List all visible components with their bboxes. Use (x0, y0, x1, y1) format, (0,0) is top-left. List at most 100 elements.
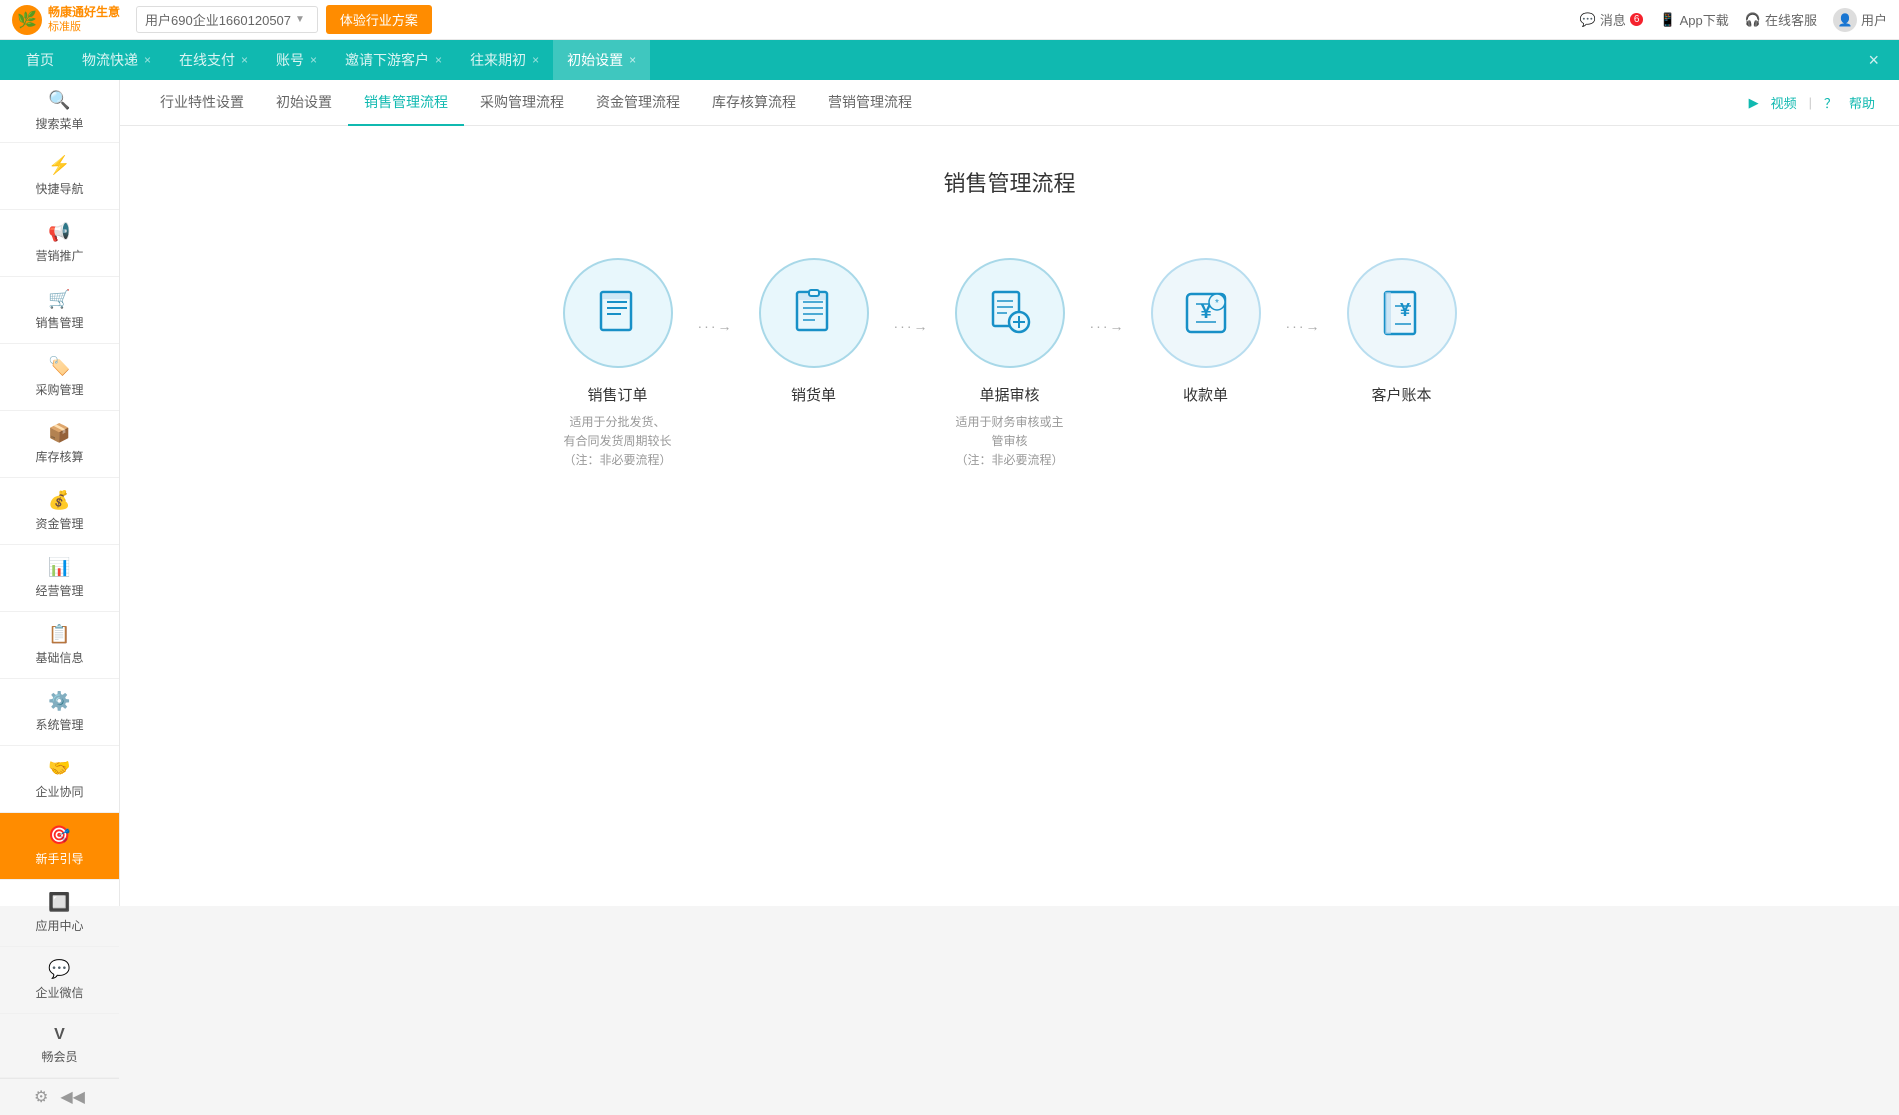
finance-icon: 💰 (48, 490, 70, 511)
flow-step-sales-slip: 销货单 (734, 258, 894, 413)
sidebar-item-wechat[interactable]: 💬 企业微信 (0, 947, 119, 1014)
sub-tabs-right: ▶ 视频 | ？ 帮助 (1749, 93, 1875, 112)
tab-logistics[interactable]: 物流快递 × (68, 40, 165, 80)
step-name-sales-order: 销售订单 (587, 384, 647, 405)
svg-text:*: * (1215, 298, 1219, 309)
sidebar-item-marketing[interactable]: 📢 营销推广 (0, 210, 119, 277)
tab-account-close-icon[interactable]: × (310, 53, 317, 67)
tab-init-settings-label: 初始设置 (567, 50, 623, 70)
user-avatar-item[interactable]: 👤 用户 (1833, 8, 1887, 32)
sales-order-icon (593, 288, 643, 338)
sidebar-item-app-center[interactable]: 🔲 应用中心 (0, 880, 119, 947)
user-selector-text: 用户690企业1660120507 (145, 10, 291, 29)
trial-button[interactable]: 体验行业方案 (326, 5, 432, 34)
sidebar-item-inventory[interactable]: 📦 库存核算 (0, 411, 119, 478)
message-icon: 💬 (1580, 12, 1596, 28)
sidebar-item-sales[interactable]: 🛒 销售管理 (0, 277, 119, 344)
main-layout: 🔍 搜索菜单 ⚡ 快捷导航 📢 营销推广 🛒 销售管理 🏷️ 采购管理 📦 库存… (0, 80, 1899, 906)
step-circle-sales-slip[interactable] (759, 258, 869, 368)
collapse-icon[interactable]: ◀◀ (60, 1087, 85, 1107)
sidebar-item-guide[interactable]: 🎯 新手引导 (0, 813, 119, 880)
sidebar-item-finance-label: 资金管理 (35, 515, 83, 532)
nav-close-all-icon[interactable]: × (1860, 50, 1887, 71)
quick-nav-icon: ⚡ (48, 155, 70, 176)
sub-tab-industry[interactable]: 行业特性设置 (144, 80, 260, 126)
tab-account[interactable]: 账号 × (262, 40, 331, 80)
tab-period-close-icon[interactable]: × (532, 53, 539, 67)
wechat-icon: 💬 (48, 959, 70, 980)
enterprise-icon: 🤝 (48, 758, 70, 779)
user-selector[interactable]: 用户690企业1660120507 ▼ (136, 6, 318, 33)
help-label[interactable]: 帮助 (1849, 93, 1875, 112)
step-name-audit: 单据审核 (979, 384, 1039, 405)
settings-bottom-icon[interactable]: ⚙ (34, 1087, 48, 1107)
flow-content: 销售管理流程 销售订单 适用于分批发货、有合同发货周期较长（ (120, 126, 1899, 906)
sidebar-item-system-label: 系统管理 (35, 716, 83, 733)
tab-payment-label: 在线支付 (179, 50, 235, 70)
sub-tab-purchase-flow[interactable]: 采购管理流程 (464, 80, 580, 126)
step-circle-ledger[interactable]: ¥ (1347, 258, 1457, 368)
tab-init-settings-close-icon[interactable]: × (629, 53, 636, 67)
flow-steps: 销售订单 适用于分批发货、有合同发货周期较长（注：非必要流程） ···→ (538, 258, 1482, 471)
guide-icon: 🎯 (48, 825, 70, 846)
member-icon: V (54, 1026, 65, 1044)
tab-payment-close-icon[interactable]: × (241, 53, 248, 67)
logo: 🌿 畅康通好生意 标准版 (12, 5, 120, 35)
sidebar-bottom: ⚙ ◀◀ (0, 1078, 119, 1115)
ledger-icon: ¥ (1377, 288, 1427, 338)
sub-tab-finance-flow[interactable]: 资金管理流程 (580, 80, 696, 126)
sidebar-item-search[interactable]: 🔍 搜索菜单 (0, 80, 119, 143)
step-circle-audit[interactable] (955, 258, 1065, 368)
divider: | (1809, 95, 1812, 110)
sub-tab-sales-flow[interactable]: 销售管理流程 (348, 80, 464, 126)
sidebar-item-system[interactable]: ⚙️ 系统管理 (0, 679, 119, 746)
sidebar-item-quick-nav[interactable]: ⚡ 快捷导航 (0, 143, 119, 210)
tab-logistics-close-icon[interactable]: × (144, 53, 151, 67)
sidebar-item-member[interactable]: V 畅会员 (0, 1014, 119, 1078)
sub-tab-initial[interactable]: 初始设置 (260, 80, 348, 126)
tab-invite[interactable]: 邀请下游客户 × (331, 40, 456, 80)
top-bar-left: 🌿 畅康通好生意 标准版 用户690企业1660120507 ▼ 体验行业方案 (12, 5, 432, 35)
sidebar-item-basic-info[interactable]: 📋 基础信息 (0, 612, 119, 679)
sub-tab-industry-label: 行业特性设置 (160, 94, 244, 110)
sidebar-item-operations[interactable]: 📊 经营管理 (0, 545, 119, 612)
sidebar-item-finance[interactable]: 💰 资金管理 (0, 478, 119, 545)
sidebar-item-purchase[interactable]: 🏷️ 采购管理 (0, 344, 119, 411)
sidebar-item-operations-label: 经营管理 (35, 582, 83, 599)
arrow-dots-2: ···→ (894, 318, 930, 334)
basic-info-icon: 📋 (48, 624, 70, 645)
sub-tab-inventory-flow[interactable]: 库存核算流程 (696, 80, 812, 126)
logo-text: 畅康通好生意 标准版 (48, 5, 120, 35)
purchase-icon: 🏷️ (48, 356, 70, 377)
message-item[interactable]: 💬 消息 6 (1580, 10, 1644, 29)
operations-icon: 📊 (48, 557, 70, 578)
tab-invite-close-icon[interactable]: × (435, 53, 442, 67)
tab-period[interactable]: 往来期初 × (456, 40, 553, 80)
app-download-item[interactable]: 📱 App下载 (1659, 10, 1728, 29)
sub-tab-sales-flow-label: 销售管理流程 (364, 94, 448, 110)
sidebar-item-enterprise[interactable]: 🤝 企业协同 (0, 746, 119, 813)
headset-icon: 🎧 (1745, 12, 1761, 28)
sidebar: 🔍 搜索菜单 ⚡ 快捷导航 📢 营销推广 🛒 销售管理 🏷️ 采购管理 📦 库存… (0, 80, 120, 906)
tab-home-label: 首页 (26, 50, 54, 70)
sidebar-item-quick-nav-label: 快捷导航 (35, 180, 83, 197)
svg-text:¥: ¥ (1399, 300, 1409, 320)
content-area: 行业特性设置 初始设置 销售管理流程 采购管理流程 资金管理流程 库存核算流程 … (120, 80, 1899, 906)
tab-payment[interactable]: 在线支付 × (165, 40, 262, 80)
flow-step-receipt: ¥ * 收款单 (1126, 258, 1286, 413)
step-circle-receipt[interactable]: ¥ * (1151, 258, 1261, 368)
sales-icon: 🛒 (48, 289, 70, 310)
tab-home[interactable]: 首页 (12, 40, 68, 80)
flow-step-ledger: ¥ 客户账本 (1322, 258, 1482, 413)
step-circle-sales-order[interactable] (563, 258, 673, 368)
message-label: 消息 (1600, 10, 1626, 29)
sub-tab-marketing-flow-label: 营销管理流程 (828, 94, 912, 110)
online-service-label: 在线客服 (1765, 10, 1817, 29)
video-label[interactable]: 视频 (1771, 93, 1797, 112)
sidebar-item-wechat-label: 企业微信 (35, 984, 83, 1001)
sub-tab-marketing-flow[interactable]: 营销管理流程 (812, 80, 928, 126)
online-service-item[interactable]: 🎧 在线客服 (1745, 10, 1817, 29)
arrow-dots-3: ···→ (1090, 318, 1126, 334)
tab-init-settings[interactable]: 初始设置 × (553, 40, 650, 80)
audit-icon (985, 288, 1035, 338)
